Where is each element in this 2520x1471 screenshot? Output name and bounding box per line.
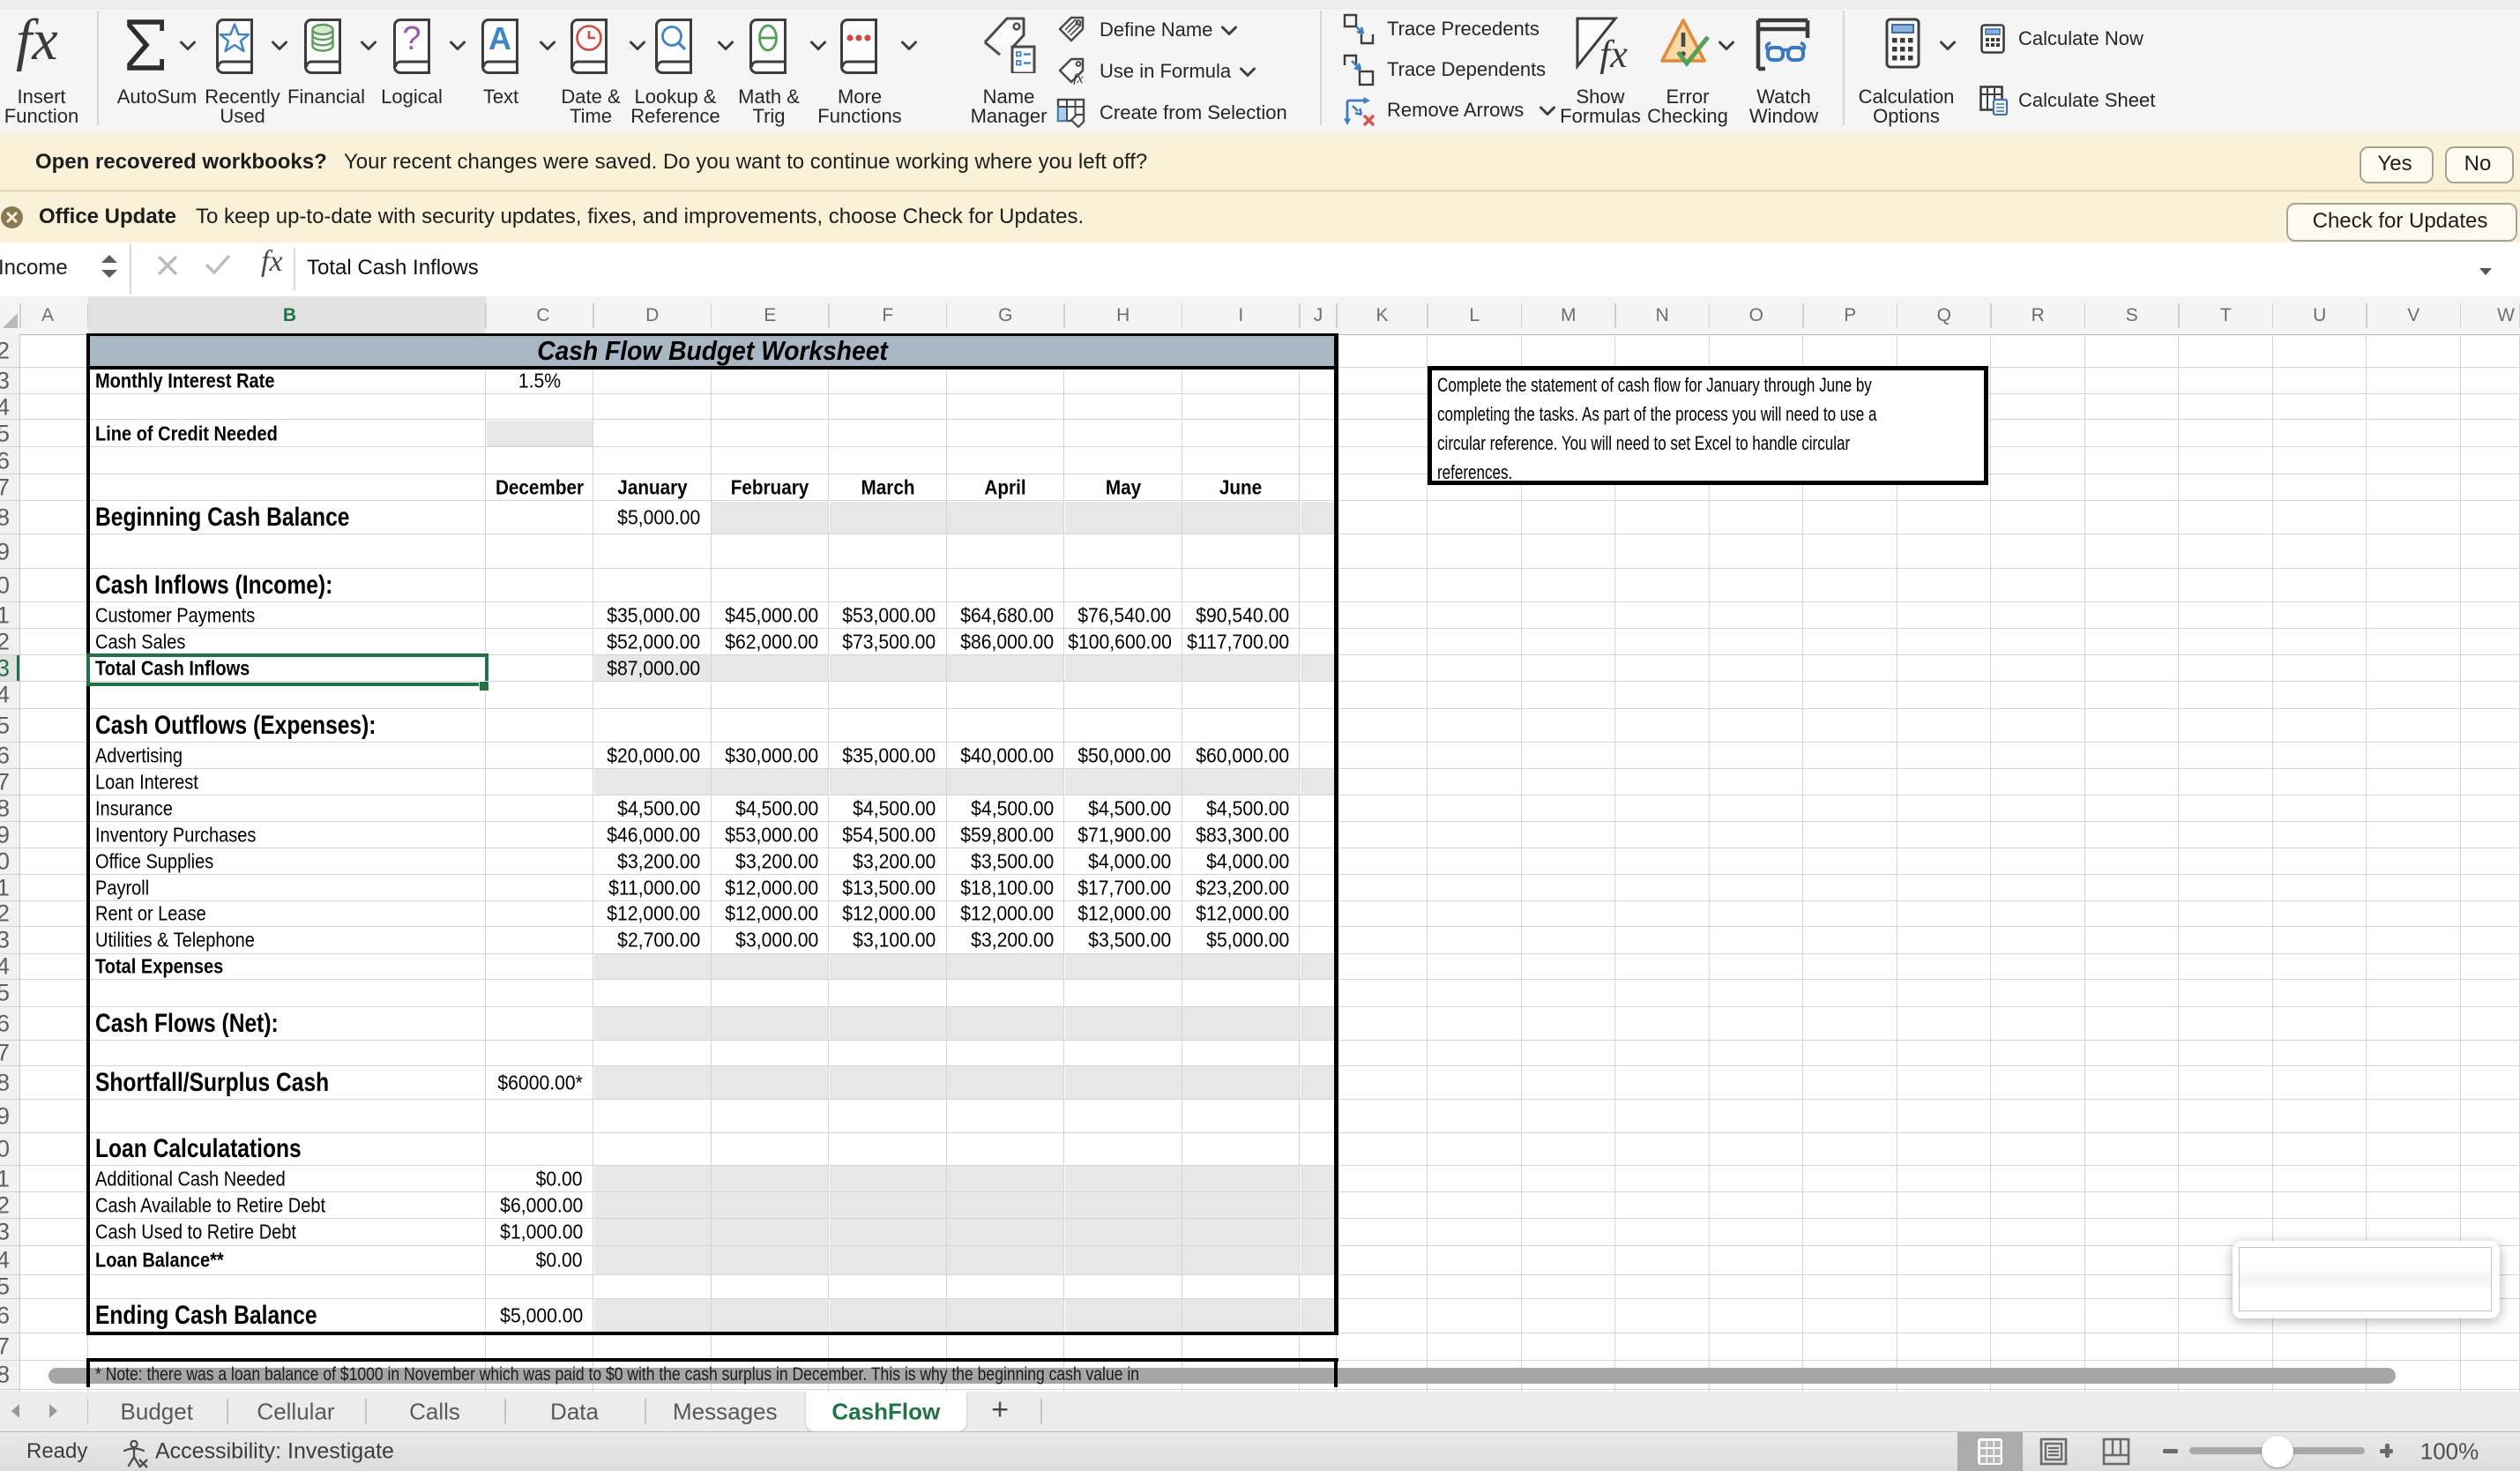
svg-text:fx: fx xyxy=(1073,71,1084,85)
svg-text:?: ? xyxy=(402,20,421,57)
svg-text:fx: fx xyxy=(1599,33,1628,74)
svg-text:A: A xyxy=(488,20,511,56)
